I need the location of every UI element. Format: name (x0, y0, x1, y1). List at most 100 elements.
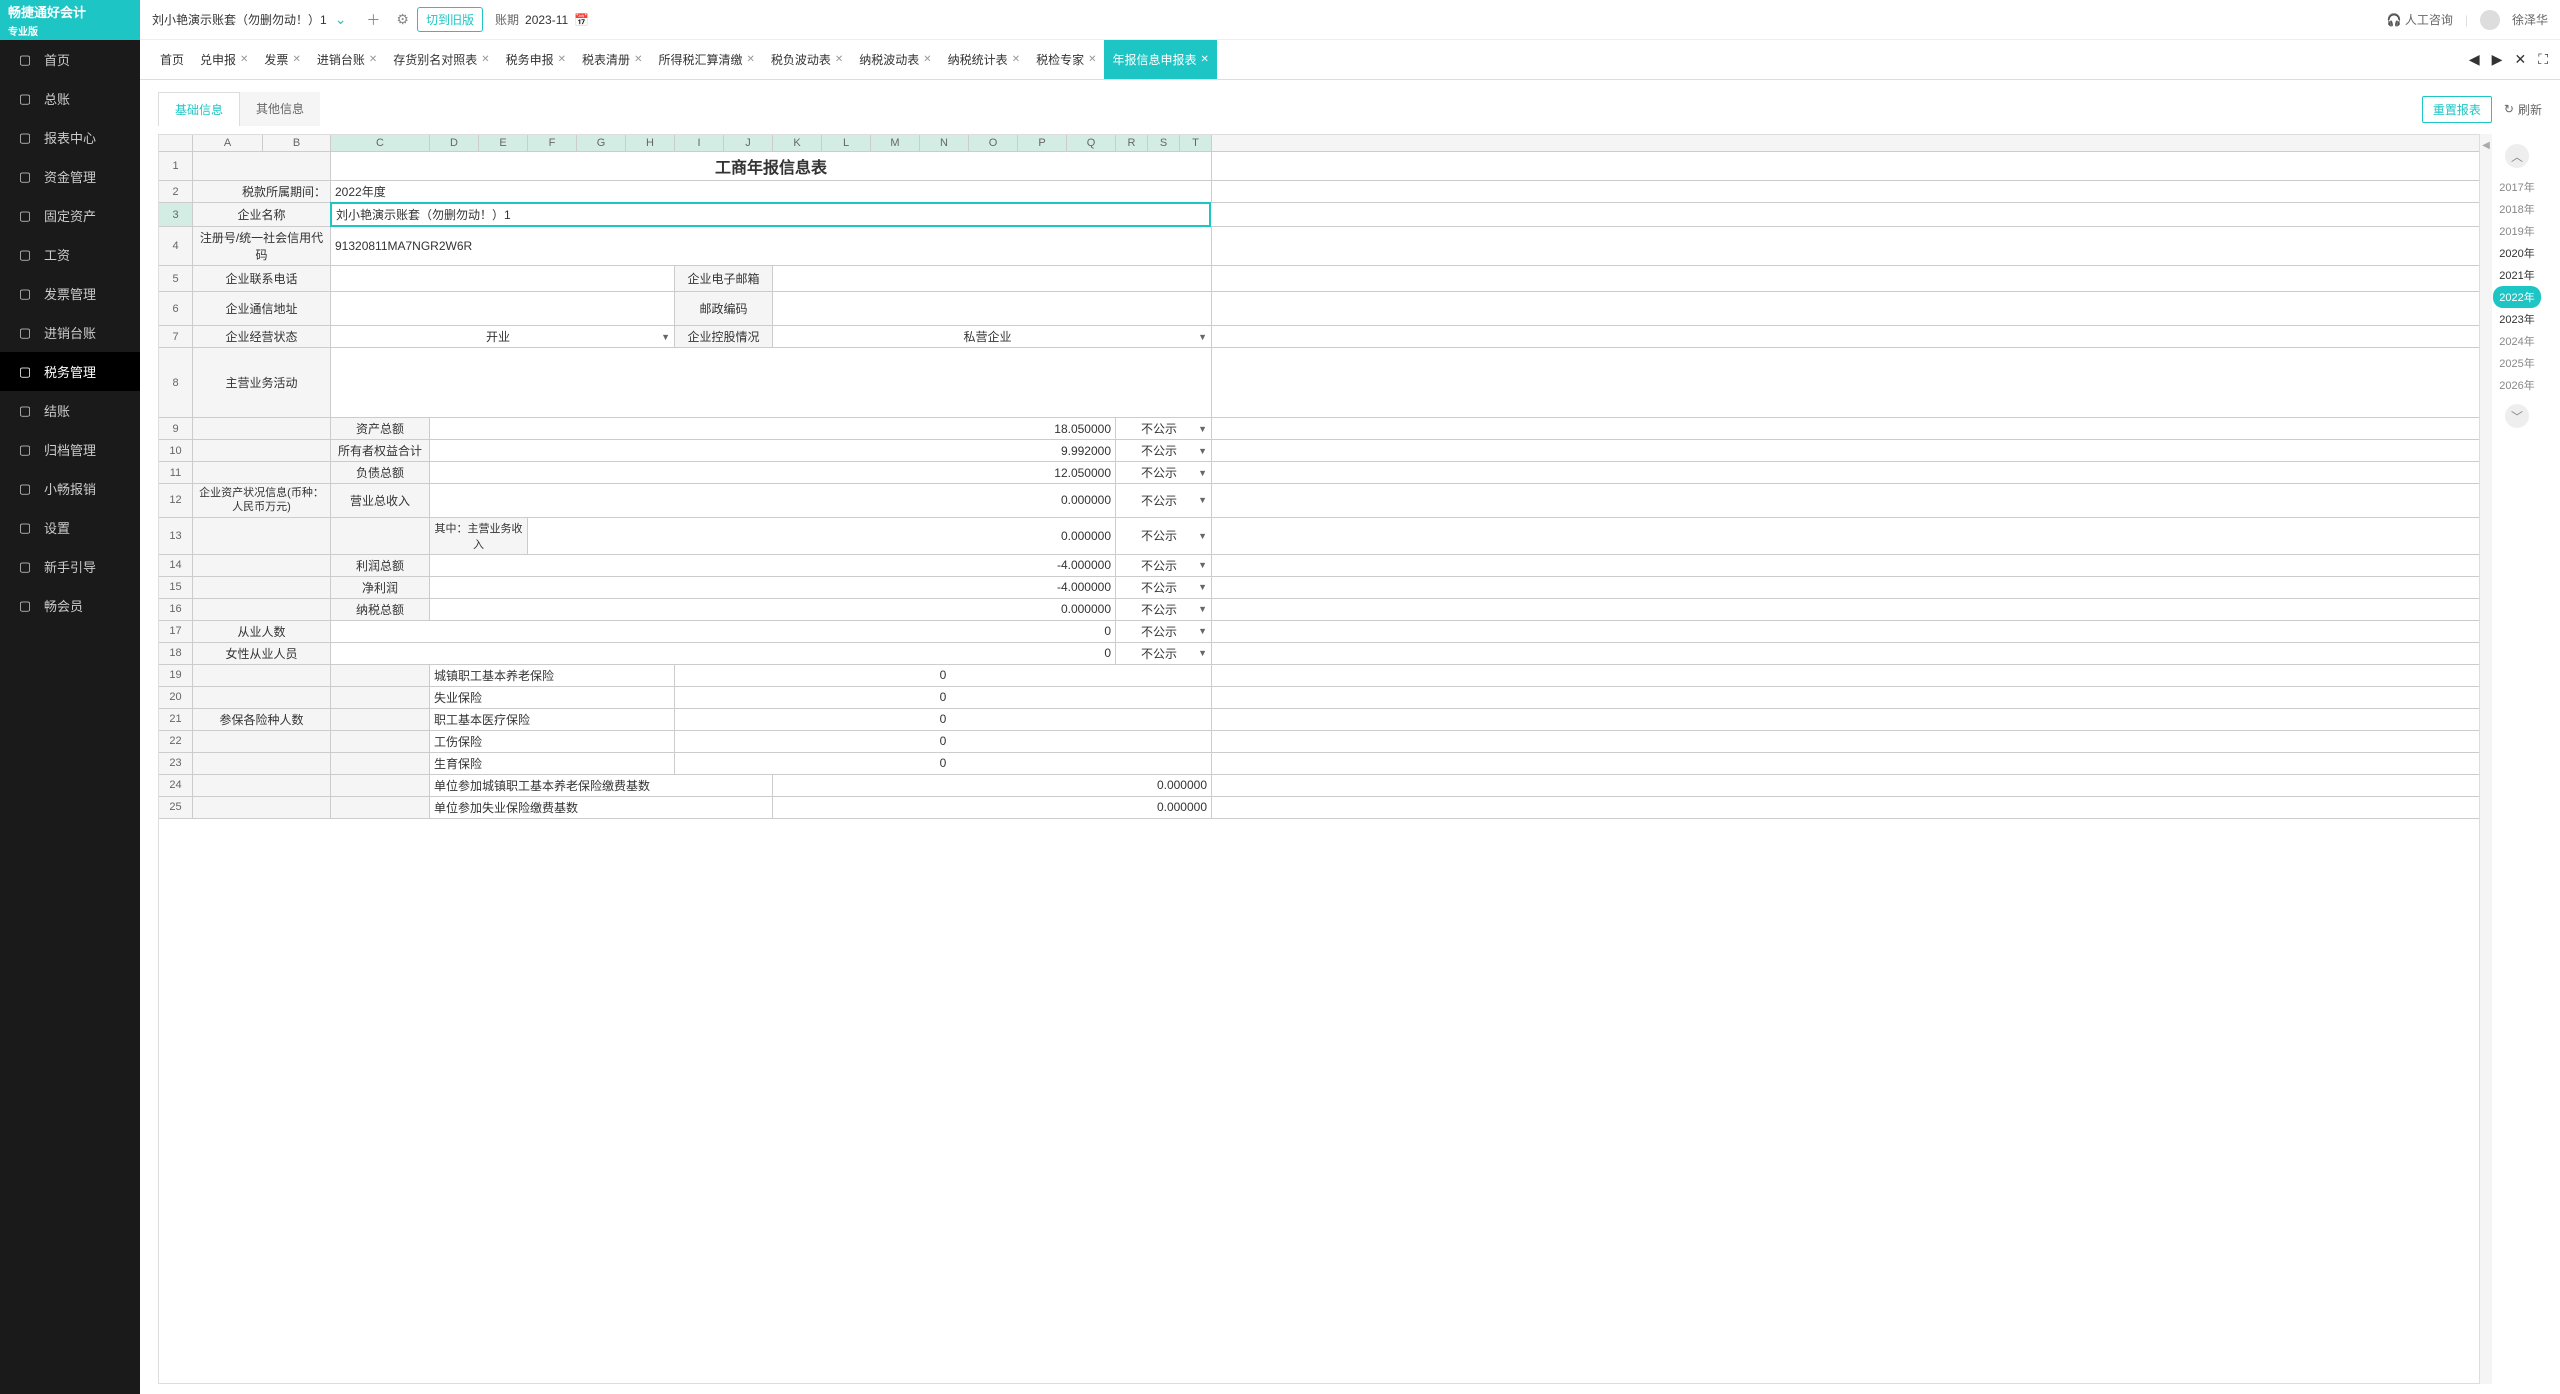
tab-prev-icon[interactable]: ◀ (2469, 51, 2480, 68)
cell[interactable]: 0 (675, 687, 1212, 708)
cell[interactable]: 纳税总额 (331, 599, 430, 620)
cell[interactable]: 单位参加城镇职工基本养老保险缴费基数 (430, 775, 773, 796)
cell[interactable]: 企业联系电话 (193, 266, 331, 291)
tab[interactable]: 税务申报✕ (498, 40, 574, 79)
switch-old-version-button[interactable]: 切到旧版 (417, 7, 483, 32)
cell[interactable]: 失业保险 (430, 687, 675, 708)
column-header[interactable]: I (675, 135, 724, 151)
cell[interactable]: 邮政编码 (675, 292, 773, 325)
cell[interactable]: 生育保险 (430, 753, 675, 774)
column-header[interactable]: P (1018, 135, 1067, 151)
sidebar-item-ledger[interactable]: ▢总账 (0, 79, 140, 118)
chevron-down-icon[interactable]: ▼ (661, 332, 670, 342)
column-header[interactable]: F (528, 135, 577, 151)
tab[interactable]: 税表清册✕ (574, 40, 650, 79)
column-header[interactable]: E (479, 135, 528, 151)
avatar[interactable] (2480, 10, 2500, 30)
column-header[interactable]: T (1180, 135, 1212, 151)
chevron-down-icon[interactable]: ▼ (1198, 582, 1207, 592)
tab[interactable]: 纳税波动表✕ (851, 40, 939, 79)
cell[interactable]: -4.000000 (430, 577, 1116, 598)
cell[interactable]: 0 (675, 753, 1212, 774)
close-icon[interactable]: ✕ (634, 54, 642, 65)
chevron-down-icon[interactable]: ▼ (1198, 446, 1207, 456)
cell[interactable]: 企业通信地址 (193, 292, 331, 325)
cell[interactable] (193, 599, 331, 620)
cell[interactable]: 城镇职工基本养老保险 (430, 665, 675, 686)
cell[interactable]: 不公示▼ (1116, 440, 1212, 461)
cell[interactable]: 0 (675, 709, 1212, 730)
cell[interactable]: 0 (331, 621, 1116, 642)
cell[interactable]: 企业控股情况 (675, 326, 773, 347)
column-header[interactable]: G (577, 135, 626, 151)
support-link[interactable]: 🎧 人工咨询 (2387, 11, 2453, 28)
cell[interactable]: 不公示▼ (1116, 643, 1212, 664)
row-header[interactable]: 5 (159, 266, 193, 291)
close-icon[interactable]: ✕ (558, 54, 566, 65)
row-header[interactable]: 1 (159, 152, 193, 180)
cell[interactable]: 0.000000 (773, 797, 1212, 818)
cell[interactable]: 企业名称 (193, 203, 331, 226)
cell[interactable]: 职工基本医疗保险 (430, 709, 675, 730)
chevron-down-icon[interactable]: ▼ (1198, 560, 1207, 570)
cell[interactable]: 0.000000 (528, 518, 1116, 554)
tab[interactable]: 税负波动表✕ (763, 40, 851, 79)
row-header[interactable]: 7 (159, 326, 193, 347)
cell[interactable]: 其中：主营业务收入 (430, 518, 528, 554)
year-button[interactable]: 2023年 (2493, 308, 2540, 330)
row-header[interactable]: 25 (159, 797, 193, 818)
cell[interactable]: 私营企业▼ (773, 326, 1212, 347)
cell[interactable]: 0.000000 (430, 484, 1116, 517)
cell[interactable]: 0 (675, 665, 1212, 686)
cell[interactable]: 工伤保险 (430, 731, 675, 752)
subtab[interactable]: 其他信息 (240, 92, 320, 126)
sidebar-item-asset[interactable]: ▢固定资产 (0, 196, 140, 235)
account-selector[interactable]: 刘小艳演示账套（勿删勿动！）1 ⌄ (152, 11, 346, 28)
calendar-icon[interactable]: 📅 (574, 13, 589, 27)
sidebar-item-fund[interactable]: ▢资金管理 (0, 157, 140, 196)
column-header[interactable]: S (1148, 135, 1180, 151)
row-header[interactable]: 13 (159, 518, 193, 554)
sidebar-item-archive[interactable]: ▢归档管理 (0, 430, 140, 469)
chevron-down-icon[interactable]: ▼ (1198, 648, 1207, 658)
cell[interactable] (773, 292, 1212, 325)
tab[interactable]: 纳税统计表✕ (940, 40, 1028, 79)
chevron-down-icon[interactable]: ▼ (1198, 332, 1207, 342)
row-header[interactable]: 18 (159, 643, 193, 664)
sidebar-item-vip[interactable]: ▢畅会员 (0, 586, 140, 625)
chevron-down-icon[interactable]: ▼ (1198, 424, 1207, 434)
close-icon[interactable]: ✕ (240, 54, 248, 65)
cell[interactable]: 负债总额 (331, 462, 430, 483)
tab[interactable]: 所得税汇算清缴✕ (650, 40, 762, 79)
row-header[interactable]: 12 (159, 484, 193, 517)
cell[interactable] (193, 462, 331, 483)
column-header[interactable]: O (969, 135, 1018, 151)
column-header[interactable]: J (724, 135, 773, 151)
sidebar-item-invoice[interactable]: ▢发票管理 (0, 274, 140, 313)
cell[interactable]: 91320811MA7NGR2W6R (331, 227, 1212, 265)
sidebar-item-report[interactable]: ▢报表中心 (0, 118, 140, 157)
row-header[interactable]: 3 (159, 203, 193, 226)
cell[interactable]: 开业▼ (331, 326, 675, 347)
cell[interactable] (331, 292, 675, 325)
cell[interactable]: 所有者权益合计 (331, 440, 430, 461)
tab[interactable]: 进销台账✕ (309, 40, 385, 79)
cell[interactable]: 单位参加失业保险缴费基数 (430, 797, 773, 818)
chevron-down-icon[interactable]: ⌄ (335, 11, 347, 28)
chevron-down-icon[interactable]: ▼ (1198, 495, 1207, 505)
row-header[interactable]: 20 (159, 687, 193, 708)
row-header[interactable]: 4 (159, 227, 193, 265)
column-header[interactable]: Q (1067, 135, 1116, 151)
cell[interactable] (193, 555, 331, 576)
spreadsheet[interactable]: ABCDEFGHIJKLMNOPQRST 1工商年报信息表2税款所属期间：202… (158, 134, 2480, 1384)
cell[interactable]: 工商年报信息表 (331, 152, 1212, 180)
sidebar-item-inout[interactable]: ▢进销台账 (0, 313, 140, 352)
tab[interactable]: 税检专家✕ (1028, 40, 1104, 79)
sidebar-item-reimburse[interactable]: ▢小畅报销 (0, 469, 140, 508)
cell[interactable]: 不公示▼ (1116, 418, 1212, 439)
cell[interactable] (193, 665, 331, 686)
year-up-icon[interactable]: ︿ (2505, 144, 2529, 168)
cell[interactable]: 9.992000 (430, 440, 1116, 461)
row-header[interactable]: 16 (159, 599, 193, 620)
cell[interactable] (331, 687, 430, 708)
